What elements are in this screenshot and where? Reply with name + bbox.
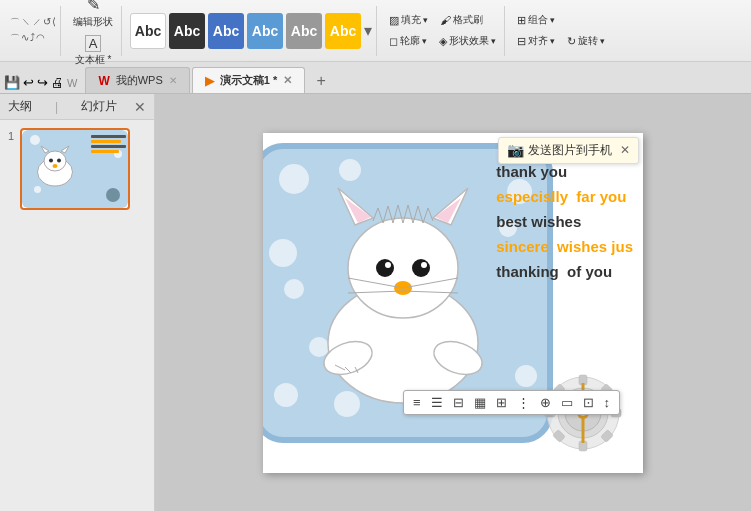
svg-point-6	[53, 164, 58, 168]
ft-icon-5[interactable]: ⊞	[493, 394, 510, 411]
style-btn-2[interactable]: Abc	[169, 13, 205, 49]
slide-thumbnail[interactable]	[20, 128, 130, 210]
canvas-area: thank you especislly far you best wishes…	[155, 94, 751, 511]
outline-button[interactable]: ◻轮廓▾	[385, 32, 431, 50]
ft-icon-1[interactable]: ≡	[410, 394, 424, 411]
svg-marker-2	[41, 146, 49, 153]
svg-point-5	[57, 159, 61, 163]
shape-tools-section: ⌒⟍⟋↺⟨ ⌒∿⤴◠	[6, 6, 61, 56]
text-styles-section: Abc Abc Abc Abc Abc Abc ▾	[126, 6, 377, 56]
undo-icon[interactable]: ↩	[23, 75, 34, 90]
svg-point-8	[348, 218, 458, 318]
tab-mywps[interactable]: W 我的WPS ✕	[85, 67, 189, 93]
send-close-button[interactable]: ✕	[620, 143, 630, 157]
redo-icon[interactable]: ↪	[37, 75, 48, 90]
align-button[interactable]: ⊟对齐▾	[513, 32, 559, 50]
text-best-wishes[interactable]: best wishes	[496, 213, 633, 230]
text-sincere[interactable]: sincere wishes jus	[496, 238, 633, 255]
text-thanking[interactable]: thanking of you	[496, 263, 633, 280]
cat-illustration	[293, 173, 513, 413]
edit-shape-section: ✎ 编辑形状 A 文本框 *	[65, 6, 122, 56]
outline-label: 大纲	[8, 98, 32, 115]
panel-header: 大纲 | 幻灯片 ✕	[0, 94, 154, 120]
ft-icon-9[interactable]: ⊡	[580, 394, 597, 411]
style-btn-3[interactable]: Abc	[208, 13, 244, 49]
style-btn-4[interactable]: Abc	[247, 13, 283, 49]
ft-icon-10[interactable]: ↕	[601, 394, 614, 411]
tab-bar: 💾 ↩ ↪ 🖨 W W 我的WPS ✕ ▶ 演示文稿1 * ✕ +	[0, 62, 751, 94]
send-to-phone-popup: 📷 发送图片到手机 ✕	[498, 137, 639, 164]
tab-presentation[interactable]: ▶ 演示文稿1 * ✕	[192, 67, 305, 93]
left-panel: 大纲 | 幻灯片 ✕ 1	[0, 94, 155, 511]
svg-point-16	[421, 262, 427, 268]
tab-close-icon: ✕	[169, 75, 177, 86]
combine-button[interactable]: ⊞组合▾	[513, 11, 559, 29]
slide-number: 1	[8, 130, 14, 210]
slide[interactable]: thank you especislly far you best wishes…	[263, 133, 643, 473]
svg-point-13	[376, 259, 394, 277]
style-btn-5[interactable]: Abc	[286, 13, 322, 49]
slide-text-content: thank you especislly far you best wishes…	[496, 163, 633, 280]
format-brush-button[interactable]: 🖌格式刷	[436, 11, 487, 29]
new-tab-button[interactable]: +	[311, 71, 331, 91]
svg-point-15	[385, 262, 391, 268]
main-toolbar: ⌒⟍⟋↺⟨ ⌒∿⤴◠ ✎ 编辑形状 A 文本框 * Abc Abc Abc Ab…	[0, 0, 751, 62]
panel-close-button[interactable]: ✕	[134, 99, 146, 115]
send-label[interactable]: 发送图片到手机	[528, 142, 612, 159]
ft-icon-6[interactable]: ⋮	[514, 394, 533, 411]
slide-thumbnail-area: 1	[8, 128, 146, 210]
shape-effect-button[interactable]: ◈形状效果▾	[435, 32, 500, 50]
print-icon[interactable]: 🖨	[51, 75, 64, 90]
svg-marker-3	[61, 146, 69, 153]
slides-label[interactable]: 幻灯片	[81, 98, 117, 115]
ft-icon-8[interactable]: ▭	[558, 394, 576, 411]
ft-icon-4[interactable]: ▦	[471, 394, 489, 411]
style-btn-6[interactable]: Abc	[325, 13, 361, 49]
ft-icon-7[interactable]: ⊕	[537, 394, 554, 411]
edit-shape-button[interactable]: ✎ 编辑形状	[69, 0, 117, 31]
text-box-button[interactable]: A 文本框 *	[71, 33, 116, 69]
main-layout: 大纲 | 幻灯片 ✕ 1	[0, 94, 751, 511]
save-icon[interactable]: 💾	[4, 75, 20, 90]
svg-point-4	[49, 159, 53, 163]
format-section: ▨填充▾ 🖌格式刷 ◻轮廓▾ ◈形状效果▾	[381, 6, 505, 56]
tab-close-presentation[interactable]: ✕	[283, 74, 292, 87]
text-thank-you[interactable]: thank you	[496, 163, 633, 180]
ft-icon-3[interactable]: ⊟	[450, 394, 467, 411]
rotate-button[interactable]: ↻旋转▾	[563, 32, 609, 50]
align-section: ⊞组合▾ ⊟对齐▾ ↻旋转▾	[509, 6, 613, 56]
svg-point-14	[412, 259, 430, 277]
fill-button[interactable]: ▨填充▾	[385, 11, 432, 29]
more-styles-btn[interactable]: ▾	[364, 21, 372, 40]
float-context-toolbar: ≡ ☰ ⊟ ▦ ⊞ ⋮ ⊕ ▭ ⊡ ↕	[403, 390, 620, 415]
send-icon: 📷	[507, 142, 524, 158]
text-especislly[interactable]: especislly far you	[496, 188, 633, 205]
ft-icon-2[interactable]: ☰	[428, 394, 446, 411]
style-btn-1[interactable]: Abc	[130, 13, 166, 49]
